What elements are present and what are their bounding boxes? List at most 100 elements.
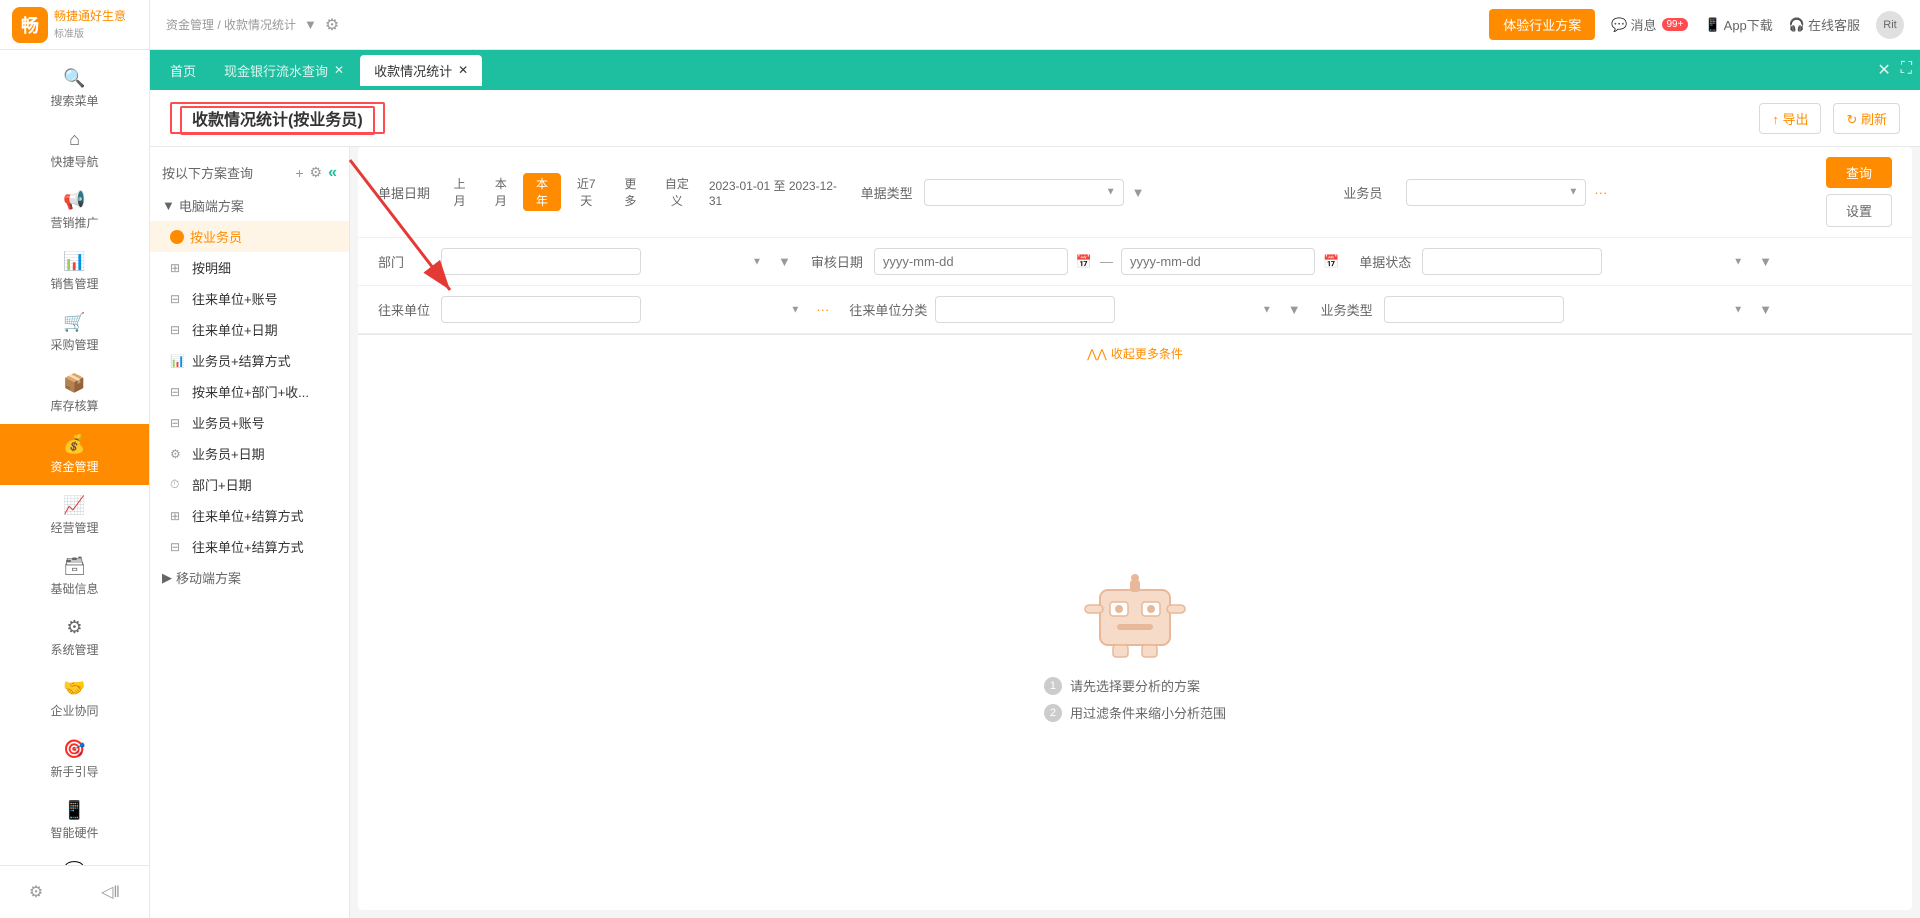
- online-service-button[interactable]: 🎧 在线客服: [1789, 15, 1860, 34]
- plan-icon-cs1: ⊞: [170, 509, 186, 523]
- app-download-button[interactable]: 📱 App下载: [1704, 15, 1772, 34]
- tab-maximize-icon[interactable]: ⛶: [1901, 60, 1912, 80]
- biz-type-expand-icon: ▼: [1759, 302, 1772, 317]
- plan-item-salesman-settlement[interactable]: 📊 业务员+结算方式: [150, 345, 349, 376]
- audit-date-end[interactable]: [1121, 248, 1315, 275]
- doc-status-select[interactable]: [1422, 248, 1602, 275]
- sidebar-item-wechat[interactable]: 💬 企业微信: [0, 851, 149, 865]
- inventory-icon: 📦: [63, 373, 85, 394]
- collapse-panel-button[interactable]: «: [328, 164, 337, 182]
- collapse-footer-icon[interactable]: ◁‖: [95, 876, 126, 908]
- sidebar-item-inventory[interactable]: 📦 库存核算: [0, 363, 149, 424]
- plan-settings-button[interactable]: ⚙: [310, 164, 323, 182]
- main-content: 资金管理 / 收款情况统计 ▼ ⚙ 体验行业方案 💬 消息 99+ 📱 App下…: [150, 0, 1920, 918]
- date-opt-this-year[interactable]: 本年: [523, 173, 560, 211]
- add-plan-button[interactable]: +: [295, 164, 303, 182]
- logo-badge: 标准版: [54, 25, 126, 40]
- tip-num-2: 2: [1044, 704, 1062, 722]
- refresh-button[interactable]: ↻ 刷新: [1833, 103, 1900, 134]
- trial-button[interactable]: 体验行业方案: [1489, 9, 1595, 40]
- sidebar-item-system[interactable]: ⚙ 系统管理: [0, 607, 149, 668]
- tree-desktop-header[interactable]: ▼ 电脑端方案: [150, 190, 349, 221]
- plan-header: 按以下方案查询 + ⚙ «: [150, 159, 349, 190]
- sidebar-footer: ⚙ ◁‖: [0, 865, 149, 918]
- marketing-icon: 📢: [63, 190, 85, 211]
- counterpart-more-icon[interactable]: ···: [816, 302, 829, 317]
- tab-collection[interactable]: 收款情况统计 ✕: [360, 55, 482, 86]
- doc-type-select[interactable]: [924, 179, 1124, 206]
- biz-type-select[interactable]: [1384, 296, 1564, 323]
- home-icon: ⌂: [69, 129, 80, 150]
- tree-mobile-header[interactable]: ▶ 移动端方案: [150, 562, 349, 593]
- date-opt-custom[interactable]: 自定义: [653, 173, 701, 211]
- avatar[interactable]: Rit: [1876, 11, 1904, 39]
- collapse-button[interactable]: ⋀⋀ 收起更多条件: [1087, 345, 1183, 362]
- salesman-label: 业务员: [1343, 183, 1398, 202]
- tab-bank-close[interactable]: ✕: [334, 63, 344, 77]
- plan-icon-sa: ⊟: [170, 416, 186, 430]
- plan-item-dept-date[interactable]: ⏱ 部门+日期: [150, 469, 349, 500]
- filter-row-1: 单据日期 上月 本月 本年 近7天 更多 自定义: [358, 147, 1912, 238]
- plan-item-salesman[interactable]: ● 按业务员: [150, 221, 349, 252]
- sidebar-item-search[interactable]: 🔍 搜索菜单: [0, 58, 149, 119]
- plan-item-detail[interactable]: ⊞ 按明细: [150, 252, 349, 283]
- settings-footer-icon[interactable]: ⚙: [23, 876, 49, 908]
- plan-item-counterpart-settlement1[interactable]: ⊞ 往来单位+结算方式: [150, 500, 349, 531]
- tab-bank[interactable]: 现金银行流水查询 ✕: [210, 55, 358, 86]
- message-button[interactable]: 💬 消息 99+: [1611, 15, 1688, 34]
- sidebar-item-shortcut[interactable]: ⌂ 快捷导航: [0, 119, 149, 180]
- tab-collection-close[interactable]: ✕: [458, 63, 468, 77]
- date-opt-more[interactable]: 更多: [612, 173, 649, 211]
- setting-button[interactable]: 设置: [1826, 194, 1892, 227]
- sales-icon: 📊: [63, 251, 85, 272]
- tab-minimize-icon[interactable]: ✕: [1877, 60, 1890, 80]
- salesman-more-icon[interactable]: ···: [1594, 185, 1607, 200]
- query-button[interactable]: 查询: [1826, 157, 1892, 188]
- plan-active-icon: ●: [170, 230, 184, 244]
- left-panel: 按以下方案查询 + ⚙ « ▼ 电脑端方案: [150, 147, 350, 918]
- sidebar-item-basic[interactable]: 🗃 基础信息: [0, 546, 149, 607]
- doc-type-select-wrapper: [924, 179, 1124, 206]
- sidebar-item-sales[interactable]: 📊 销售管理: [0, 241, 149, 302]
- settings-gear-icon[interactable]: ⚙: [325, 15, 339, 35]
- sidebar-item-hardware[interactable]: 📱 智能硬件: [0, 790, 149, 851]
- plan-icon-cs2: ⊟: [170, 540, 186, 554]
- tip-num-1: 1: [1044, 677, 1062, 695]
- dropdown-icon[interactable]: ▼: [304, 17, 317, 32]
- plan-item-counterpart-settlement2[interactable]: ⊟ 往来单位+结算方式: [150, 531, 349, 562]
- counterpart-cat-select[interactable]: [935, 296, 1115, 323]
- sidebar-item-operation[interactable]: 📈 经营管理: [0, 485, 149, 546]
- audit-date-start[interactable]: [874, 248, 1068, 275]
- counterpart-select[interactable]: [441, 296, 641, 323]
- sidebar-item-guide[interactable]: 🎯 新手引导: [0, 729, 149, 790]
- sidebar-item-purchase[interactable]: 🛒 采购管理: [0, 302, 149, 363]
- dept-select-wrapper: [441, 248, 770, 275]
- date-opt-last-month[interactable]: 上月: [441, 173, 478, 211]
- salesman-select[interactable]: [1406, 179, 1586, 206]
- plan-item-salesman-date[interactable]: ⚙ 业务员+日期: [150, 438, 349, 469]
- sidebar-item-finance[interactable]: 💰 资金管理: [0, 424, 149, 485]
- dept-select[interactable]: [441, 248, 641, 275]
- logo-name: 畅捷通好生意: [54, 9, 126, 25]
- doc-status-select-wrapper: [1422, 248, 1751, 275]
- export-button[interactable]: ↑ 导出: [1759, 103, 1821, 134]
- tab-bar: 首页 现金银行流水查询 ✕ 收款情况统计 ✕ ✕ ⛶: [150, 50, 1920, 90]
- plan-item-salesman-account[interactable]: ⊟ 业务员+账号: [150, 407, 349, 438]
- plan-item-counterpart-date[interactable]: ⊟ 往来单位+日期: [150, 314, 349, 345]
- sidebar-item-corp[interactable]: 🤝 企业协同: [0, 668, 149, 729]
- doc-type-label: 单据类型: [861, 183, 916, 202]
- plan-item-counterpart-dept[interactable]: ⊟ 按来单位+部门+收...: [150, 376, 349, 407]
- empty-tips: 1 请先选择要分析的方案 2 用过滤条件来缩小分析范围: [1044, 676, 1226, 722]
- date-opt-7days[interactable]: 近7天: [565, 173, 608, 211]
- plan-item-counterpart-account[interactable]: ⊟ 往来单位+账号: [150, 283, 349, 314]
- filter-panel: 单据日期 上月 本月 本年 近7天 更多 自定义: [358, 147, 1912, 372]
- date-opt-this-month[interactable]: 本月: [482, 173, 519, 211]
- plan-actions: + ⚙ «: [295, 164, 337, 182]
- plan-icon-sd: ⚙: [170, 447, 186, 461]
- plan-icon-detail: ⊞: [170, 261, 186, 275]
- tab-home[interactable]: 首页: [158, 55, 208, 86]
- sidebar-item-marketing[interactable]: 📢 营销推广: [0, 180, 149, 241]
- finance-icon: 💰: [63, 434, 85, 455]
- biz-type-label: 业务类型: [1321, 300, 1376, 319]
- empty-illustration: [1075, 560, 1195, 660]
